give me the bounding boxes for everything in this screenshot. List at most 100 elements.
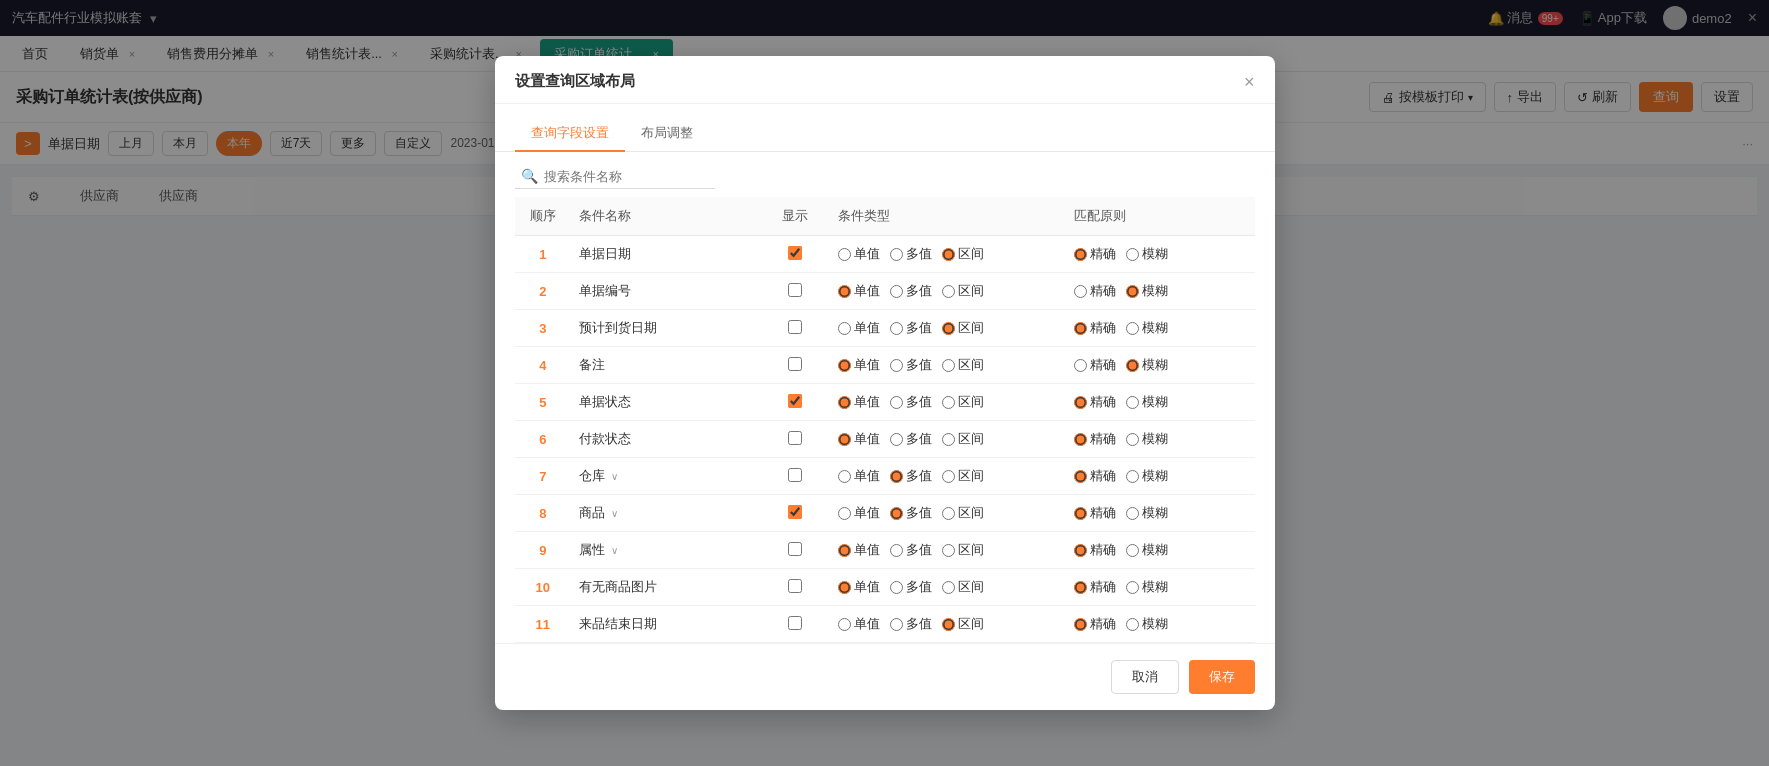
- modal-close-button[interactable]: ×: [1244, 73, 1255, 91]
- tab-layout-adjust[interactable]: 布局调整: [625, 116, 709, 152]
- type-radio-多值[interactable]: [890, 507, 903, 520]
- show-checkbox-3[interactable]: [788, 320, 802, 334]
- type-option-区间[interactable]: 区间: [942, 282, 984, 300]
- type-radio-区间[interactable]: [942, 285, 955, 298]
- rule-option-精确[interactable]: 精确: [1074, 393, 1116, 411]
- show-checkbox-2[interactable]: [788, 283, 802, 297]
- rule-radio-精确[interactable]: [1074, 285, 1087, 298]
- type-option-单值[interactable]: 单值: [838, 430, 880, 448]
- type-radio-区间[interactable]: [942, 396, 955, 409]
- rule-radio-模糊[interactable]: [1126, 396, 1139, 409]
- show-checkbox-4[interactable]: [788, 357, 802, 371]
- rule-option-精确[interactable]: 精确: [1074, 319, 1116, 337]
- type-option-多值[interactable]: 多值: [890, 504, 932, 522]
- search-input[interactable]: [544, 169, 704, 184]
- type-option-单值[interactable]: 单值: [838, 245, 880, 263]
- rule-option-模糊[interactable]: 模糊: [1126, 356, 1168, 374]
- type-option-多值[interactable]: 多值: [890, 245, 932, 263]
- type-radio-单值[interactable]: [838, 322, 851, 335]
- rule-option-模糊[interactable]: 模糊: [1126, 245, 1168, 263]
- type-option-区间[interactable]: 区间: [942, 356, 984, 374]
- type-radio-多值[interactable]: [890, 544, 903, 557]
- type-option-多值[interactable]: 多值: [890, 541, 932, 559]
- type-option-单值[interactable]: 单值: [838, 356, 880, 374]
- type-option-多值[interactable]: 多值: [890, 319, 932, 337]
- rule-radio-模糊[interactable]: [1126, 544, 1139, 557]
- rule-option-精确[interactable]: 精确: [1074, 282, 1116, 300]
- type-radio-单值[interactable]: [838, 359, 851, 372]
- rule-radio-精确[interactable]: [1074, 544, 1087, 557]
- type-radio-单值[interactable]: [838, 470, 851, 483]
- type-radio-单值[interactable]: [838, 396, 851, 409]
- tab-query-fields[interactable]: 查询字段设置: [515, 116, 625, 152]
- show-checkbox-6[interactable]: [788, 431, 802, 445]
- show-checkbox-9[interactable]: [788, 542, 802, 556]
- type-radio-区间[interactable]: [942, 322, 955, 335]
- type-radio-单值[interactable]: [838, 433, 851, 446]
- type-radio-单值[interactable]: [838, 285, 851, 298]
- rule-radio-精确[interactable]: [1074, 470, 1087, 483]
- type-option-区间[interactable]: 区间: [942, 504, 984, 522]
- rule-option-模糊[interactable]: 模糊: [1126, 319, 1168, 337]
- dropdown-arrow-icon[interactable]: ∨: [611, 471, 618, 482]
- type-option-单值[interactable]: 单值: [838, 393, 880, 411]
- type-option-单值[interactable]: 单值: [838, 541, 880, 559]
- type-radio-多值[interactable]: [890, 248, 903, 261]
- type-radio-区间[interactable]: [942, 507, 955, 520]
- type-option-区间[interactable]: 区间: [942, 467, 984, 485]
- type-radio-多值[interactable]: [890, 470, 903, 483]
- rule-radio-模糊[interactable]: [1126, 470, 1139, 483]
- rule-option-精确[interactable]: 精确: [1074, 430, 1116, 448]
- dropdown-arrow-icon[interactable]: ∨: [611, 545, 618, 556]
- type-option-多值[interactable]: 多值: [890, 430, 932, 448]
- type-option-多值[interactable]: 多值: [890, 282, 932, 300]
- rule-option-精确[interactable]: 精确: [1074, 541, 1116, 559]
- type-option-单值[interactable]: 单值: [838, 467, 880, 485]
- rule-radio-精确[interactable]: [1074, 359, 1087, 372]
- rule-radio-模糊[interactable]: [1126, 359, 1139, 372]
- rule-option-精确[interactable]: 精确: [1074, 504, 1116, 522]
- type-option-区间[interactable]: 区间: [942, 430, 984, 448]
- rule-radio-模糊[interactable]: [1126, 322, 1139, 335]
- rule-option-模糊[interactable]: 模糊: [1126, 504, 1168, 522]
- show-checkbox-8[interactable]: [788, 505, 802, 519]
- show-checkbox-5[interactable]: [788, 394, 802, 408]
- type-option-单值[interactable]: 单值: [838, 504, 880, 522]
- rule-option-精确[interactable]: 精确: [1074, 356, 1116, 374]
- show-checkbox-7[interactable]: [788, 468, 802, 482]
- rule-option-精确[interactable]: 精确: [1074, 245, 1116, 263]
- rule-radio-精确[interactable]: [1074, 396, 1087, 409]
- type-radio-单值[interactable]: [838, 544, 851, 557]
- type-option-单值[interactable]: 单值: [838, 319, 880, 337]
- type-option-区间[interactable]: 区间: [942, 319, 984, 337]
- rule-radio-模糊[interactable]: [1126, 507, 1139, 520]
- dropdown-arrow-icon[interactable]: ∨: [611, 508, 618, 519]
- rule-option-模糊[interactable]: 模糊: [1126, 430, 1168, 448]
- rule-radio-精确[interactable]: [1074, 507, 1087, 520]
- type-radio-区间[interactable]: [942, 248, 955, 261]
- type-radio-区间[interactable]: [942, 470, 955, 483]
- type-option-多值[interactable]: 多值: [890, 356, 932, 374]
- rule-option-模糊[interactable]: 模糊: [1126, 467, 1168, 485]
- type-option-单值[interactable]: 单值: [838, 282, 880, 300]
- rule-radio-模糊[interactable]: [1126, 285, 1139, 298]
- type-option-区间[interactable]: 区间: [942, 245, 984, 263]
- rule-radio-模糊[interactable]: [1126, 433, 1139, 446]
- type-option-多值[interactable]: 多值: [890, 467, 932, 485]
- type-radio-多值[interactable]: [890, 396, 903, 409]
- rule-radio-精确[interactable]: [1074, 248, 1087, 261]
- rule-option-模糊[interactable]: 模糊: [1126, 541, 1168, 559]
- type-radio-多值[interactable]: [890, 322, 903, 335]
- type-option-多值[interactable]: 多值: [890, 393, 932, 411]
- rule-radio-精确[interactable]: [1074, 433, 1087, 446]
- rule-radio-模糊[interactable]: [1126, 248, 1139, 261]
- type-option-区间[interactable]: 区间: [942, 393, 984, 411]
- show-checkbox-1[interactable]: [788, 246, 802, 260]
- type-radio-单值[interactable]: [838, 248, 851, 261]
- type-radio-多值[interactable]: [890, 285, 903, 298]
- type-radio-多值[interactable]: [890, 433, 903, 446]
- type-radio-区间[interactable]: [942, 544, 955, 557]
- type-option-区间[interactable]: 区间: [942, 541, 984, 559]
- rule-option-模糊[interactable]: 模糊: [1126, 282, 1168, 300]
- type-radio-多值[interactable]: [890, 359, 903, 372]
